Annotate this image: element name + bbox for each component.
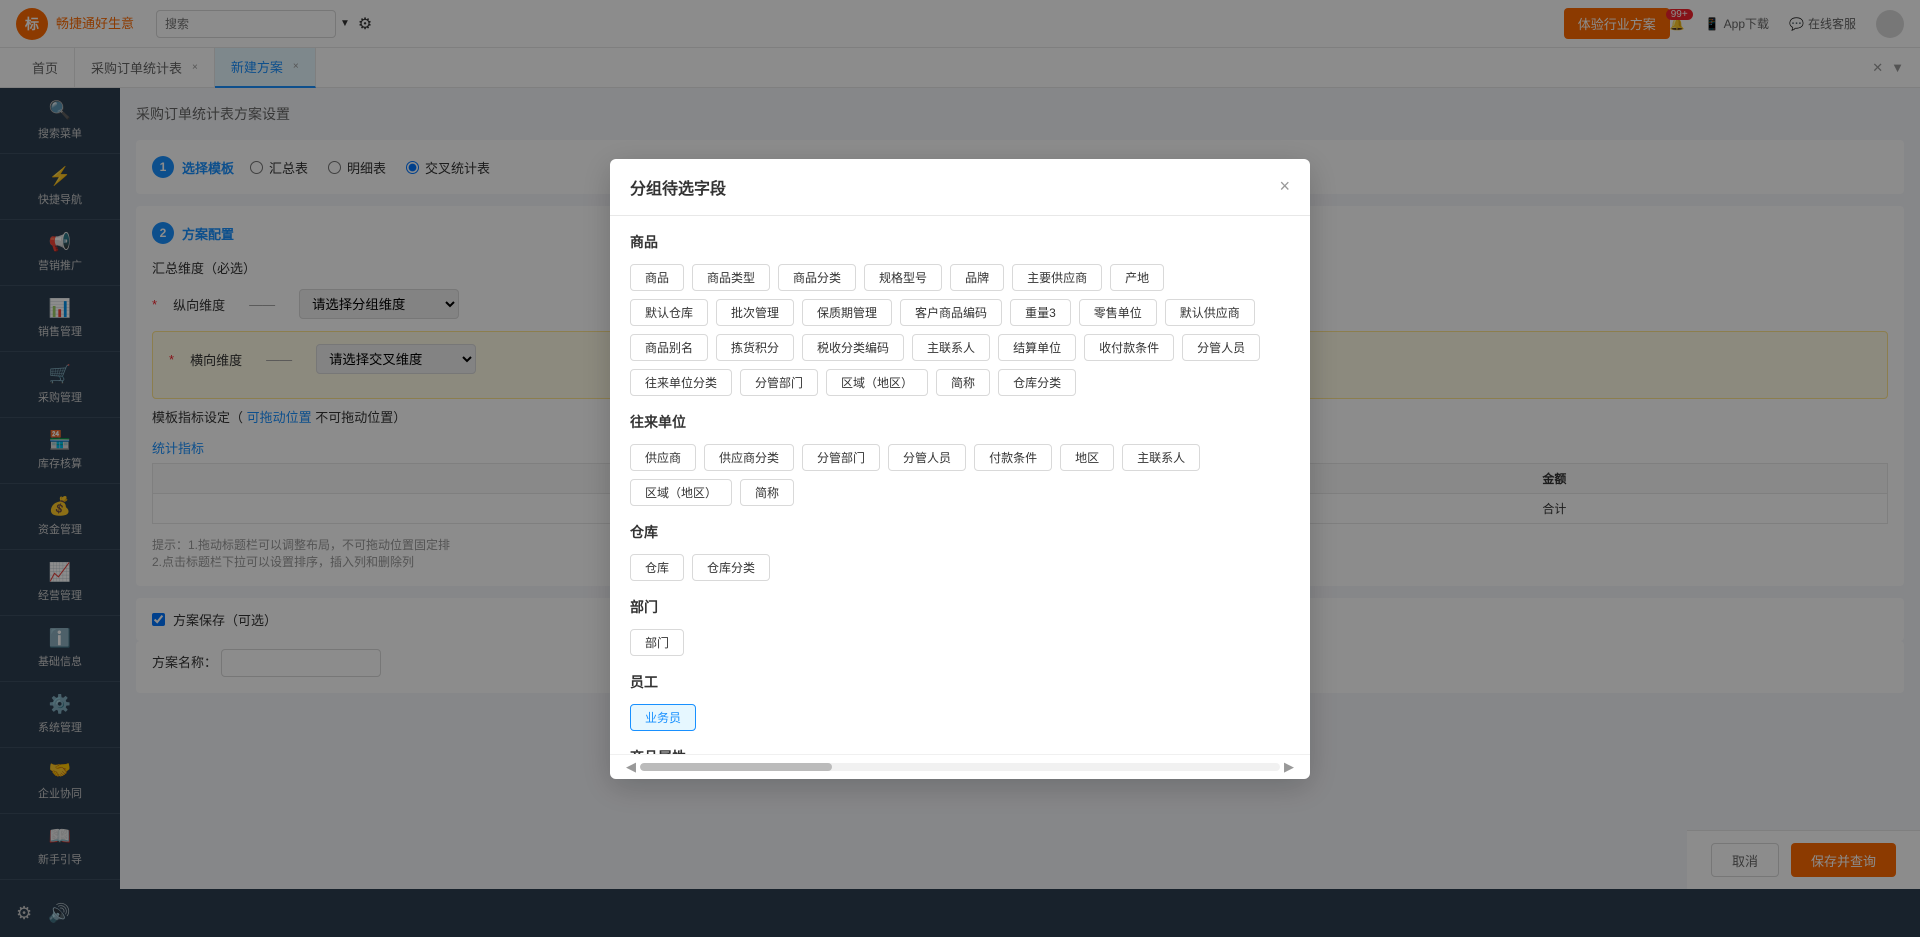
tag-default-supplier[interactable]: 默认供应商: [1165, 299, 1255, 326]
tag-retail-unit[interactable]: 零售单位: [1079, 299, 1157, 326]
tag-warehouse[interactable]: 仓库: [630, 554, 684, 581]
tag-group-warehouse: 仓库 仓库分类: [630, 554, 1290, 581]
tag-short-name[interactable]: 简称: [936, 369, 990, 396]
tag-customer-code[interactable]: 客户商品编码: [900, 299, 1002, 326]
tag-settlement-unit[interactable]: 结算单位: [998, 334, 1076, 361]
tag-supplier[interactable]: 供应商: [630, 444, 696, 471]
tag-warehouse-category[interactable]: 仓库分类: [998, 369, 1076, 396]
tag-origin[interactable]: 产地: [1110, 264, 1164, 291]
tag-group-counterpart2: 区域（地区） 简称: [630, 479, 1290, 506]
tag-group-product2: 默认仓库 批次管理 保质期管理 客户商品编码 重量3 零售单位 默认供应商: [630, 299, 1290, 326]
tag-expiry-mgmt[interactable]: 保质期管理: [802, 299, 892, 326]
tag-default-warehouse[interactable]: 默认仓库: [630, 299, 708, 326]
category-product-title: 商品: [630, 232, 1290, 252]
category-staff-title: 员工: [630, 672, 1290, 692]
tag-group-staff: 业务员: [630, 704, 1290, 731]
tag-supplier-category[interactable]: 供应商分类: [704, 444, 794, 471]
tag-main-contact[interactable]: 主联系人: [912, 334, 990, 361]
tag-region-area2[interactable]: 区域（地区）: [630, 479, 732, 506]
category-warehouse-title: 仓库: [630, 522, 1290, 542]
tag-product-alias[interactable]: 商品别名: [630, 334, 708, 361]
tag-group-product: 商品 商品类型 商品分类 规格型号 品牌 主要供应商 产地: [630, 264, 1290, 291]
tag-pick-points[interactable]: 拣货积分: [716, 334, 794, 361]
tag-payment-condition[interactable]: 付款条件: [974, 444, 1052, 471]
tag-manager[interactable]: 分管人员: [1182, 334, 1260, 361]
modal-overlay: 分组待选字段 × 商品 商品 商品类型 商品分类 规格型号 品牌 主要供应商 产…: [0, 0, 1920, 937]
hscroll-left[interactable]: ◀: [622, 759, 640, 775]
hscroll-thumb: [640, 763, 832, 771]
hscroll-track: [640, 763, 1280, 771]
tag-sales-staff[interactable]: 业务员: [630, 704, 696, 731]
category-dept-title: 部门: [630, 597, 1290, 617]
category-counterpart-title: 往来单位: [630, 412, 1290, 432]
tag-product-category[interactable]: 商品分类: [778, 264, 856, 291]
tag-spec-model[interactable]: 规格型号: [864, 264, 942, 291]
tag-dept[interactable]: 部门: [630, 629, 684, 656]
tag-counterpart-category[interactable]: 往来单位分类: [630, 369, 732, 396]
tag-weight3[interactable]: 重量3: [1010, 299, 1071, 326]
tag-tax-code[interactable]: 税收分类编码: [802, 334, 904, 361]
modal-body: 商品 商品 商品类型 商品分类 规格型号 品牌 主要供应商 产地 默认仓库 批次…: [610, 216, 1310, 754]
category-product-attr-title: 商品属性: [630, 747, 1290, 754]
tag-batch-mgmt[interactable]: 批次管理: [716, 299, 794, 326]
tag-region-area[interactable]: 区域（地区）: [826, 369, 928, 396]
tag-main-contact2[interactable]: 主联系人: [1122, 444, 1200, 471]
modal-close-btn[interactable]: ×: [1279, 176, 1290, 197]
modal-hscrollbar: ◀ ▶: [610, 754, 1310, 779]
tag-group-product3: 商品别名 拣货积分 税收分类编码 主联系人 结算单位 收付款条件 分管人员: [630, 334, 1290, 361]
tag-group-counterpart: 供应商 供应商分类 分管部门 分管人员 付款条件 地区 主联系人: [630, 444, 1290, 471]
tag-group-dept: 部门: [630, 629, 1290, 656]
modal-title: 分组待选字段: [630, 175, 726, 199]
tag-person-mgmt[interactable]: 分管人员: [888, 444, 966, 471]
modal: 分组待选字段 × 商品 商品 商品类型 商品分类 规格型号 品牌 主要供应商 产…: [610, 159, 1310, 779]
tag-region[interactable]: 地区: [1060, 444, 1114, 471]
tag-main-supplier[interactable]: 主要供应商: [1012, 264, 1102, 291]
tag-payment-terms[interactable]: 收付款条件: [1084, 334, 1174, 361]
tag-dept-in-charge[interactable]: 分管部门: [740, 369, 818, 396]
tag-brand[interactable]: 品牌: [950, 264, 1004, 291]
modal-header: 分组待选字段 ×: [610, 159, 1310, 216]
tag-group-product4: 往来单位分类 分管部门 区域（地区） 简称 仓库分类: [630, 369, 1290, 396]
hscroll-right[interactable]: ▶: [1280, 759, 1298, 775]
tag-product-type[interactable]: 商品类型: [692, 264, 770, 291]
tag-product[interactable]: 商品: [630, 264, 684, 291]
tag-warehouse-cat[interactable]: 仓库分类: [692, 554, 770, 581]
tag-dept-mgmt[interactable]: 分管部门: [802, 444, 880, 471]
tag-short-name2[interactable]: 简称: [740, 479, 794, 506]
